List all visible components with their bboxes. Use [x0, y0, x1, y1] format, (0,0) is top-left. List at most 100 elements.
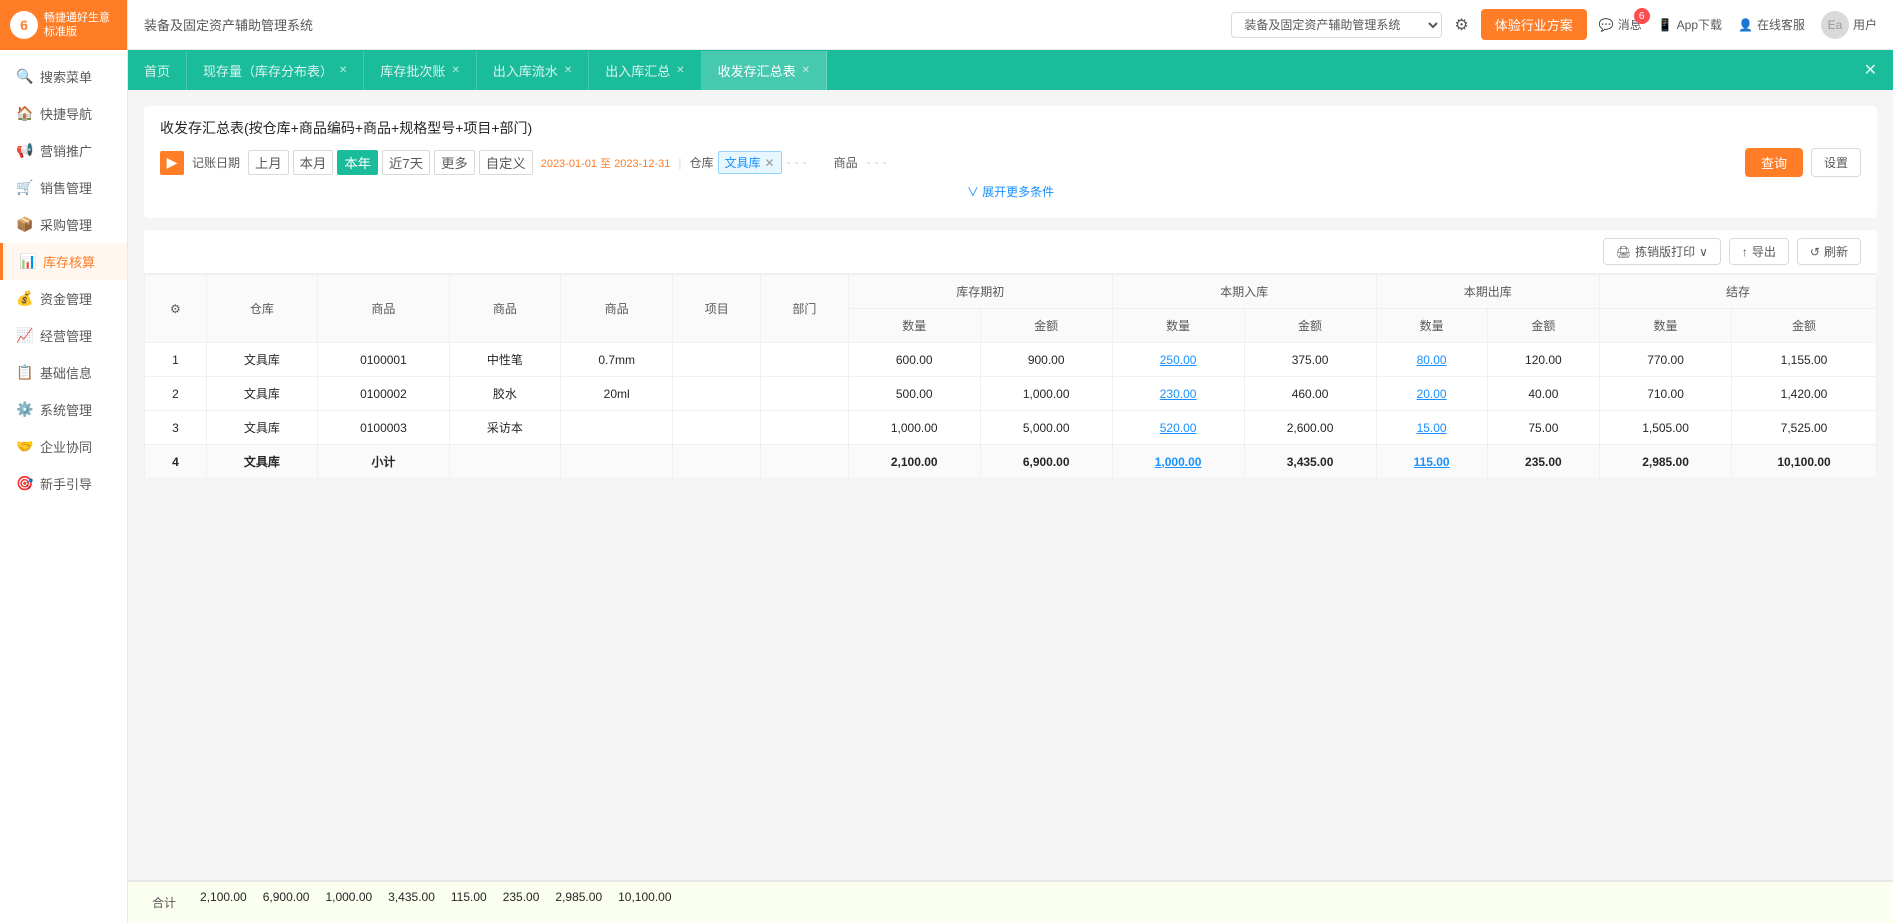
- avatar: Ea: [1821, 11, 1849, 39]
- row1-project: [673, 343, 761, 377]
- user-menu[interactable]: Ea 用户: [1821, 11, 1877, 39]
- purchase-icon: 📦: [16, 216, 32, 233]
- search-icon: 🔍: [16, 68, 32, 85]
- sidebar-item-sales[interactable]: 🛒 销售管理: [0, 169, 127, 206]
- goods-label: 商品: [834, 154, 858, 171]
- settings-gear-icon[interactable]: ⚙: [1454, 15, 1468, 35]
- sidebar-item-quick-nav[interactable]: 🏠 快捷导航: [0, 95, 127, 132]
- tab-inout-summary[interactable]: 出入库汇总 ✕: [589, 51, 701, 90]
- trial-button[interactable]: 体验行业方案: [1481, 9, 1587, 40]
- tab-collection-summary[interactable]: 收发存汇总表 ✕: [702, 51, 827, 90]
- row2-department: [761, 377, 849, 411]
- refresh-button[interactable]: ↺ 刷新: [1797, 238, 1861, 265]
- row3-in-qty[interactable]: 520.00: [1112, 411, 1244, 445]
- row2-out-qty[interactable]: 20.00: [1376, 377, 1487, 411]
- warehouse-more[interactable]: ···: [786, 152, 810, 173]
- footer-bar: 合计 2,100.00 6,900.00 1,000.00 3,435.00 1…: [128, 880, 1893, 923]
- sidebar-item-system[interactable]: ⚙️ 系统管理: [0, 391, 127, 428]
- row3-goods-code: 0100003: [317, 411, 449, 445]
- table-row: 1 文具库 0100001 中性笔 0.7mm 600.00 900.00 25…: [145, 343, 1877, 377]
- sidebar-item-search[interactable]: 🔍 搜索菜单: [0, 58, 127, 95]
- th-warehouse: 仓库: [206, 275, 317, 343]
- tab-close-stock-dist[interactable]: ✕: [339, 65, 347, 76]
- goods-more[interactable]: ···: [866, 152, 890, 173]
- filter-toggle-button[interactable]: ▶: [160, 151, 184, 175]
- th-closing-qty: 数量: [1600, 309, 1732, 343]
- filter-bar: ▶ 记账日期 上月 本月 本年 近7天 更多 自定义 2023-01-01 至 …: [160, 148, 1861, 177]
- query-button[interactable]: 查询: [1745, 148, 1803, 177]
- online-service-button[interactable]: 👤 在线客服: [1738, 16, 1805, 33]
- refresh-icon: ↺: [1810, 245, 1820, 259]
- date-btn-this-month[interactable]: 本月: [293, 150, 334, 175]
- tab-stock-dist[interactable]: 现存量（库存分布表） ✕: [187, 51, 364, 90]
- tab-close-inout-flow[interactable]: ✕: [564, 65, 572, 76]
- date-btn-last-month[interactable]: 上月: [248, 150, 289, 175]
- row1-goods-spec: 0.7mm: [560, 343, 672, 377]
- tab-close-inout-summary[interactable]: ✕: [676, 65, 684, 76]
- th-gear[interactable]: ⚙: [145, 275, 207, 343]
- total-in-amt: 3,435.00: [388, 890, 435, 915]
- table-row: 3 文具库 0100003 采访本 1,000.00 5,000.00 520.…: [145, 411, 1877, 445]
- row1-closing-qty: 770.00: [1600, 343, 1732, 377]
- row3-out-amt: 75.00: [1487, 411, 1599, 445]
- th-opening-qty: 数量: [848, 309, 980, 343]
- app-download-button[interactable]: 📱 App下载: [1658, 16, 1722, 33]
- service-icon: 👤: [1738, 18, 1753, 32]
- column-settings-icon[interactable]: ⚙: [170, 302, 181, 316]
- system-select[interactable]: 装备及固定资产辅助管理系统: [1231, 12, 1442, 38]
- row3-in-amt: 2,600.00: [1244, 411, 1376, 445]
- row2-warehouse: 文具库: [206, 377, 317, 411]
- date-btn-custom[interactable]: 自定义: [479, 150, 533, 175]
- sidebar-item-basic[interactable]: 📋 基础信息: [0, 354, 127, 391]
- enterprise-icon: 🤝: [16, 438, 32, 455]
- row3-out-qty[interactable]: 15.00: [1376, 411, 1487, 445]
- row1-closing-amt: 1,155.00: [1732, 343, 1877, 377]
- subtotal-in-qty[interactable]: 1,000.00: [1112, 445, 1244, 479]
- row2-in-qty[interactable]: 230.00: [1112, 377, 1244, 411]
- date-btn-more[interactable]: 更多: [434, 150, 475, 175]
- messages-button[interactable]: 💬 消息 6: [1599, 16, 1642, 33]
- table-row: 2 文具库 0100002 胶水 20ml 500.00 1,000.00 23…: [145, 377, 1877, 411]
- row1-warehouse: 文具库: [206, 343, 317, 377]
- page-title: 收发存汇总表(按仓库+商品编码+商品+规格型号+项目+部门): [160, 118, 1861, 138]
- settings-small-button[interactable]: 设置: [1811, 148, 1861, 177]
- subtotal-out-qty[interactable]: 115.00: [1376, 445, 1487, 479]
- tab-home[interactable]: 首页: [128, 51, 187, 90]
- logo-text: 畅捷通好生意 标准版: [44, 11, 110, 40]
- sidebar-item-purchase[interactable]: 📦 采购管理: [0, 206, 127, 243]
- row2-in-amt: 460.00: [1244, 377, 1376, 411]
- export-button[interactable]: ↑ 导出: [1729, 238, 1789, 265]
- date-btn-7days[interactable]: 近7天: [382, 150, 430, 175]
- subtotal-row: 4 文具库 小计 2,100.00 6,900.00 1,000.00 3,43…: [145, 445, 1877, 479]
- basic-icon: 📋: [16, 364, 32, 381]
- message-icon: 💬: [1599, 18, 1614, 32]
- th-opening-amt: 金额: [980, 309, 1112, 343]
- row2-goods-name: 胶水: [449, 377, 560, 411]
- sidebar-item-inventory[interactable]: 📊 库存核算: [0, 243, 127, 280]
- row3-goods-spec: [560, 411, 672, 445]
- tab-close-collection-summary[interactable]: ✕: [802, 65, 810, 76]
- row1-in-qty[interactable]: 250.00: [1112, 343, 1244, 377]
- subtotal-closing-amt: 10,100.00: [1732, 445, 1877, 479]
- sidebar-item-operation[interactable]: 📈 经营管理: [0, 317, 127, 354]
- sidebar-item-guide[interactable]: 🎯 新手引导: [0, 465, 127, 502]
- subtotal-closing-qty: 2,985.00: [1600, 445, 1732, 479]
- sidebar-item-enterprise[interactable]: 🤝 企业协同: [0, 428, 127, 465]
- expand-more-btn[interactable]: ∨ 展开更多条件: [160, 177, 1861, 206]
- subtotal-warehouse: 文具库: [206, 445, 317, 479]
- date-btn-this-year[interactable]: 本年: [337, 150, 378, 175]
- warehouse-tag-delete[interactable]: ✕: [765, 156, 775, 170]
- tab-close-batch[interactable]: ✕: [451, 65, 459, 76]
- close-all-tabs[interactable]: ✕: [1848, 50, 1893, 90]
- tab-inout-flow[interactable]: 出入库流水 ✕: [477, 51, 589, 90]
- download-icon: 📱: [1658, 18, 1673, 32]
- sidebar-item-marketing[interactable]: 📢 营销推广: [0, 132, 127, 169]
- row1-goods-code: 0100001: [317, 343, 449, 377]
- row3-department: [761, 411, 849, 445]
- row1-out-qty[interactable]: 80.00: [1376, 343, 1487, 377]
- sidebar-item-finance[interactable]: 💰 资金管理: [0, 280, 127, 317]
- tab-batch[interactable]: 库存批次账 ✕: [364, 51, 476, 90]
- data-table: ⚙ 仓库 商品 商品 商品 项目 部门 库存期初 本期入库 本期出库 结存: [144, 274, 1877, 479]
- date-label: 记账日期: [192, 154, 240, 171]
- print-button[interactable]: 🖨 拣销版打印 ∨: [1603, 238, 1721, 265]
